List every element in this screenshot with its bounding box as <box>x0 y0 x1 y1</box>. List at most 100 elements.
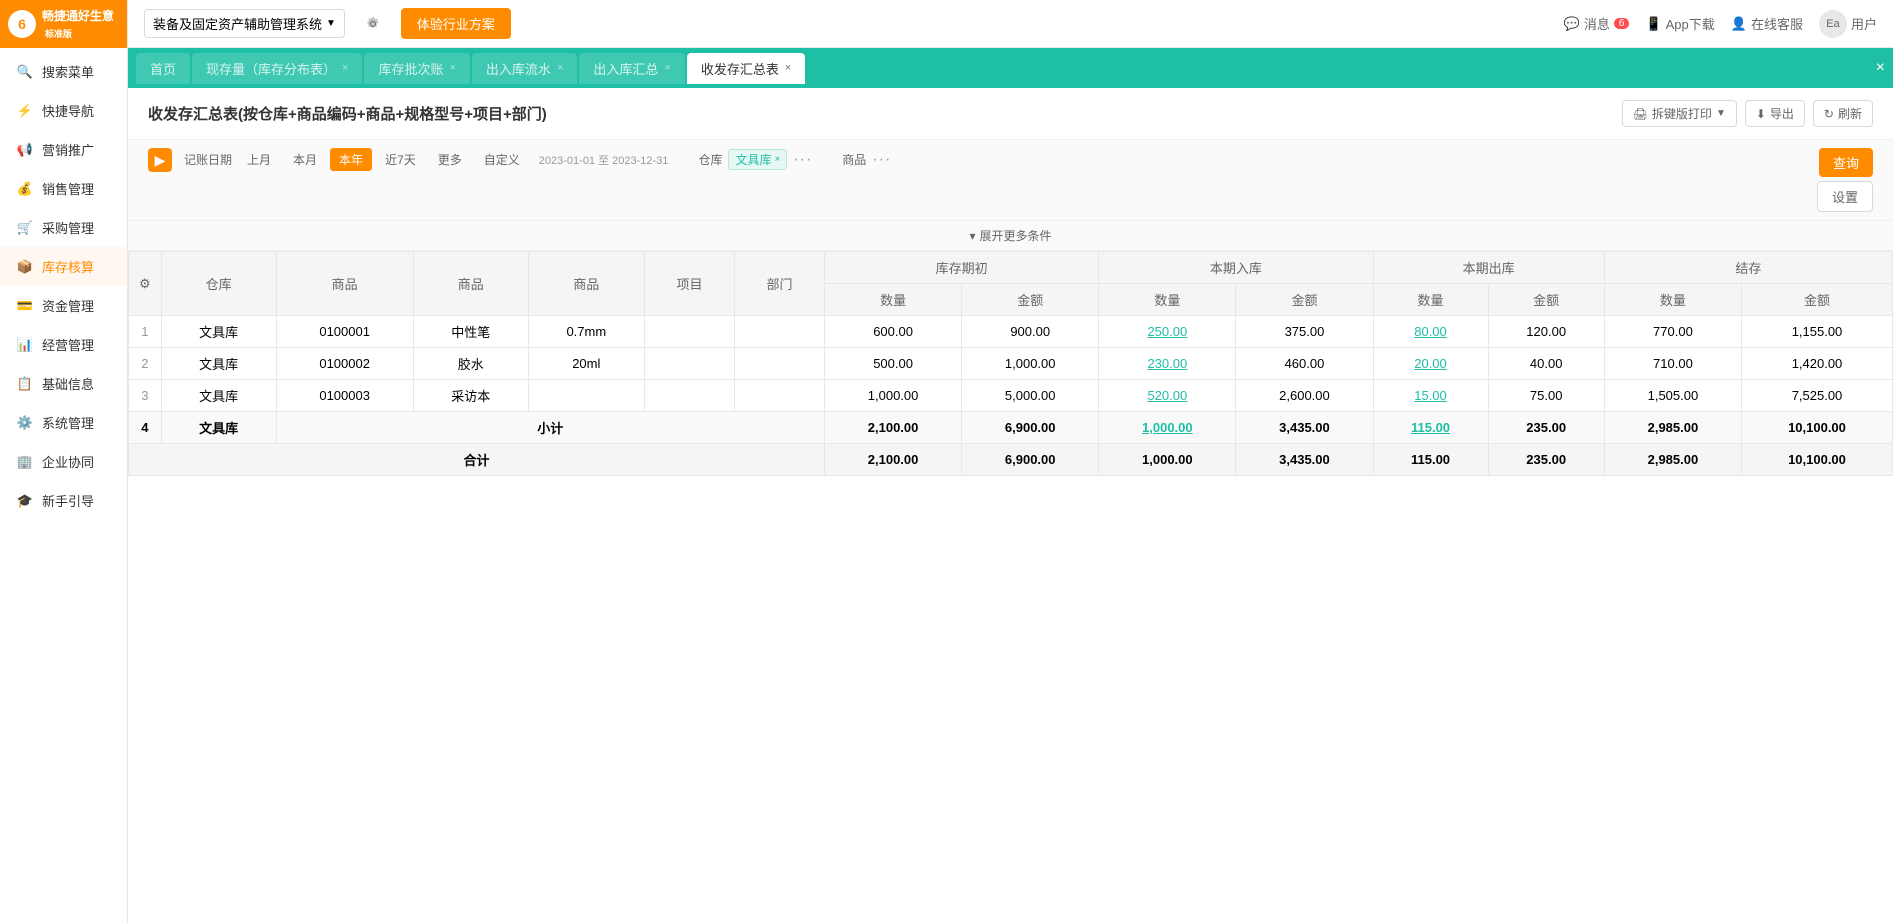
sidebar-item-marketing[interactable]: 📢 营销推广 <box>0 130 127 169</box>
message-badge: 6 <box>1614 18 1630 29</box>
sidebar-item-search[interactable]: 🔍 搜索菜单 <box>0 52 127 91</box>
row-in-qty[interactable]: 250.00 <box>1099 316 1236 348</box>
row-department <box>734 316 824 348</box>
tab-recv-send[interactable]: 收发存汇总表 × <box>687 53 805 84</box>
print-button[interactable]: 🖨 拆键版打印 ▼ <box>1622 100 1737 127</box>
app-title-text: 装备及固定资产辅助管理系统 <box>153 14 322 33</box>
row-open-qty: 600.00 <box>825 316 962 348</box>
operations-icon: 📊 <box>16 336 34 354</box>
col-out-header: 本期出库 <box>1373 252 1604 284</box>
export-button[interactable]: ⬇ 导出 <box>1745 100 1805 127</box>
sidebar-item-label: 系统管理 <box>42 413 94 432</box>
col-setting-header[interactable]: ⚙ <box>129 252 162 316</box>
sidebar-item-label: 经营管理 <box>42 335 94 354</box>
sidebar-item-finance[interactable]: 💳 资金管理 <box>0 286 127 325</box>
page-content: 收发存汇总表(按仓库+商品编码+商品+规格型号+项目+部门) 🖨 拆键版打印 ▼… <box>128 88 1893 923</box>
filter-expand-button[interactable]: ▶ <box>148 148 172 172</box>
total-in-amt: 3,435.00 <box>1236 444 1373 476</box>
total-in-qty: 1,000.00 <box>1099 444 1236 476</box>
tab-close-batch[interactable]: × <box>449 62 455 74</box>
refresh-button[interactable]: ↻ 刷新 <box>1813 100 1873 127</box>
subtotal-num: 4 <box>129 412 162 444</box>
row-spec <box>528 380 644 412</box>
total-out-amt: 235.00 <box>1488 444 1604 476</box>
warehouse-tag-close[interactable]: × <box>774 154 780 165</box>
subtotal-in-amt: 3,435.00 <box>1236 412 1373 444</box>
table-row: 3 文具库 0100003 采访本 1,000.00 5,000.00 520.… <box>129 380 1893 412</box>
app-title-selector[interactable]: 装备及固定资产辅助管理系统 ▼ <box>144 9 345 38</box>
row-in-qty[interactable]: 520.00 <box>1099 380 1236 412</box>
subtotal-bal-qty: 2,985.00 <box>1604 412 1741 444</box>
date-more[interactable]: 更多 <box>429 148 471 171</box>
row-open-qty: 1,000.00 <box>825 380 962 412</box>
tab-stock-dist[interactable]: 现存量（库存分布表） × <box>192 53 362 84</box>
sidebar-item-basic[interactable]: 📋 基础信息 <box>0 364 127 403</box>
sidebar-item-inventory[interactable]: 📦 库存核算 <box>0 247 127 286</box>
row-spec: 20ml <box>528 348 644 380</box>
online-service-button[interactable]: 👤 在线客服 <box>1731 14 1803 33</box>
row-out-qty[interactable]: 15.00 <box>1373 380 1488 412</box>
date-range-display: 2023-01-01 至 2023-12-31 <box>535 152 669 168</box>
subtotal-row: 4 文具库 小计 2,100.00 6,900.00 1,000.00 3,43… <box>129 412 1893 444</box>
sales-icon: 💰 <box>16 180 34 198</box>
col-code-header: 商品 <box>276 252 413 316</box>
row-out-amt: 40.00 <box>1488 348 1604 380</box>
row-bal-amt: 7,525.00 <box>1741 380 1892 412</box>
row-in-qty[interactable]: 230.00 <box>1099 348 1236 380</box>
sidebar-menu: 🔍 搜索菜单 ⚡ 快捷导航 📢 营销推广 💰 销售管理 🛒 采购管理 📦 库存核… <box>0 48 127 923</box>
subtotal-out-qty[interactable]: 115.00 <box>1373 412 1488 444</box>
expand-icon: ▾ <box>969 229 975 243</box>
tab-close-stock-dist[interactable]: × <box>342 62 348 74</box>
sidebar-item-enterprise[interactable]: 🏢 企业协同 <box>0 442 127 481</box>
tab-home[interactable]: 首页 <box>136 53 190 84</box>
settings-button[interactable] <box>357 8 389 40</box>
table-row: 2 文具库 0100002 胶水 20ml 500.00 1,000.00 23… <box>129 348 1893 380</box>
product-more-button[interactable]: ··· <box>872 151 891 169</box>
date-last-month[interactable]: 上月 <box>238 148 280 171</box>
col-in-qty-header: 数量 <box>1099 284 1236 316</box>
subtotal-open-amt: 6,900.00 <box>962 412 1099 444</box>
date-7days[interactable]: 近7天 <box>376 148 425 171</box>
total-open-amt: 6,900.00 <box>962 444 1099 476</box>
tab-close-recv-send[interactable]: × <box>785 62 791 74</box>
expand-more-button[interactable]: ▾ 展开更多条件 <box>969 227 1051 244</box>
row-name: 胶水 <box>413 348 528 380</box>
tab-batch[interactable]: 库存批次账 × <box>364 53 469 84</box>
tab-close-inout-summary[interactable]: × <box>664 62 670 74</box>
sidebar-item-system[interactable]: ⚙️ 系统管理 <box>0 403 127 442</box>
sidebar-item-purchase[interactable]: 🛒 采购管理 <box>0 208 127 247</box>
sidebar-item-quicknav[interactable]: ⚡ 快捷导航 <box>0 91 127 130</box>
message-button[interactable]: 💬 消息 6 <box>1564 14 1630 33</box>
trial-button[interactable]: 体验行业方案 <box>401 8 511 39</box>
row-project <box>644 348 734 380</box>
tab-inout-flow[interactable]: 出入库流水 × <box>472 53 577 84</box>
col-bal-qty-header: 数量 <box>1604 284 1741 316</box>
query-button[interactable]: 查询 <box>1819 148 1873 177</box>
tab-inout-summary[interactable]: 出入库汇总 × <box>579 53 684 84</box>
sidebar-item-newbie[interactable]: 🎓 新手引导 <box>0 481 127 520</box>
col-warehouse-header: 仓库 <box>161 252 276 316</box>
col-opening-header: 库存期初 <box>825 252 1099 284</box>
tab-bar-close-button[interactable]: × <box>1876 59 1885 77</box>
tab-bar: 首页 现存量（库存分布表） × 库存批次账 × 出入库流水 × 出入库汇总 × … <box>128 48 1893 88</box>
row-in-amt: 2,600.00 <box>1236 380 1373 412</box>
tab-close-inout-flow[interactable]: × <box>557 62 563 74</box>
warehouse-more-button[interactable]: ··· <box>793 151 812 169</box>
subtotal-in-qty[interactable]: 1,000.00 <box>1099 412 1236 444</box>
col-opening-qty-header: 数量 <box>825 284 962 316</box>
row-out-qty[interactable]: 20.00 <box>1373 348 1488 380</box>
row-department <box>734 380 824 412</box>
col-out-qty-header: 数量 <box>1373 284 1488 316</box>
date-this-month[interactable]: 本月 <box>284 148 326 171</box>
sidebar-item-operations[interactable]: 📊 经营管理 <box>0 325 127 364</box>
settings-filter-button[interactable]: 设置 <box>1817 181 1873 212</box>
user-button[interactable]: Ea 用户 <box>1819 10 1877 38</box>
sidebar-item-sales[interactable]: 💰 销售管理 <box>0 169 127 208</box>
row-project <box>644 316 734 348</box>
col-name-header: 商品 <box>413 252 528 316</box>
date-custom[interactable]: 自定义 <box>475 148 529 171</box>
row-out-qty[interactable]: 80.00 <box>1373 316 1488 348</box>
sidebar-item-label: 营销推广 <box>42 140 94 159</box>
app-download-button[interactable]: 📱 App下载 <box>1645 14 1714 33</box>
date-this-year[interactable]: 本年 <box>330 148 372 171</box>
